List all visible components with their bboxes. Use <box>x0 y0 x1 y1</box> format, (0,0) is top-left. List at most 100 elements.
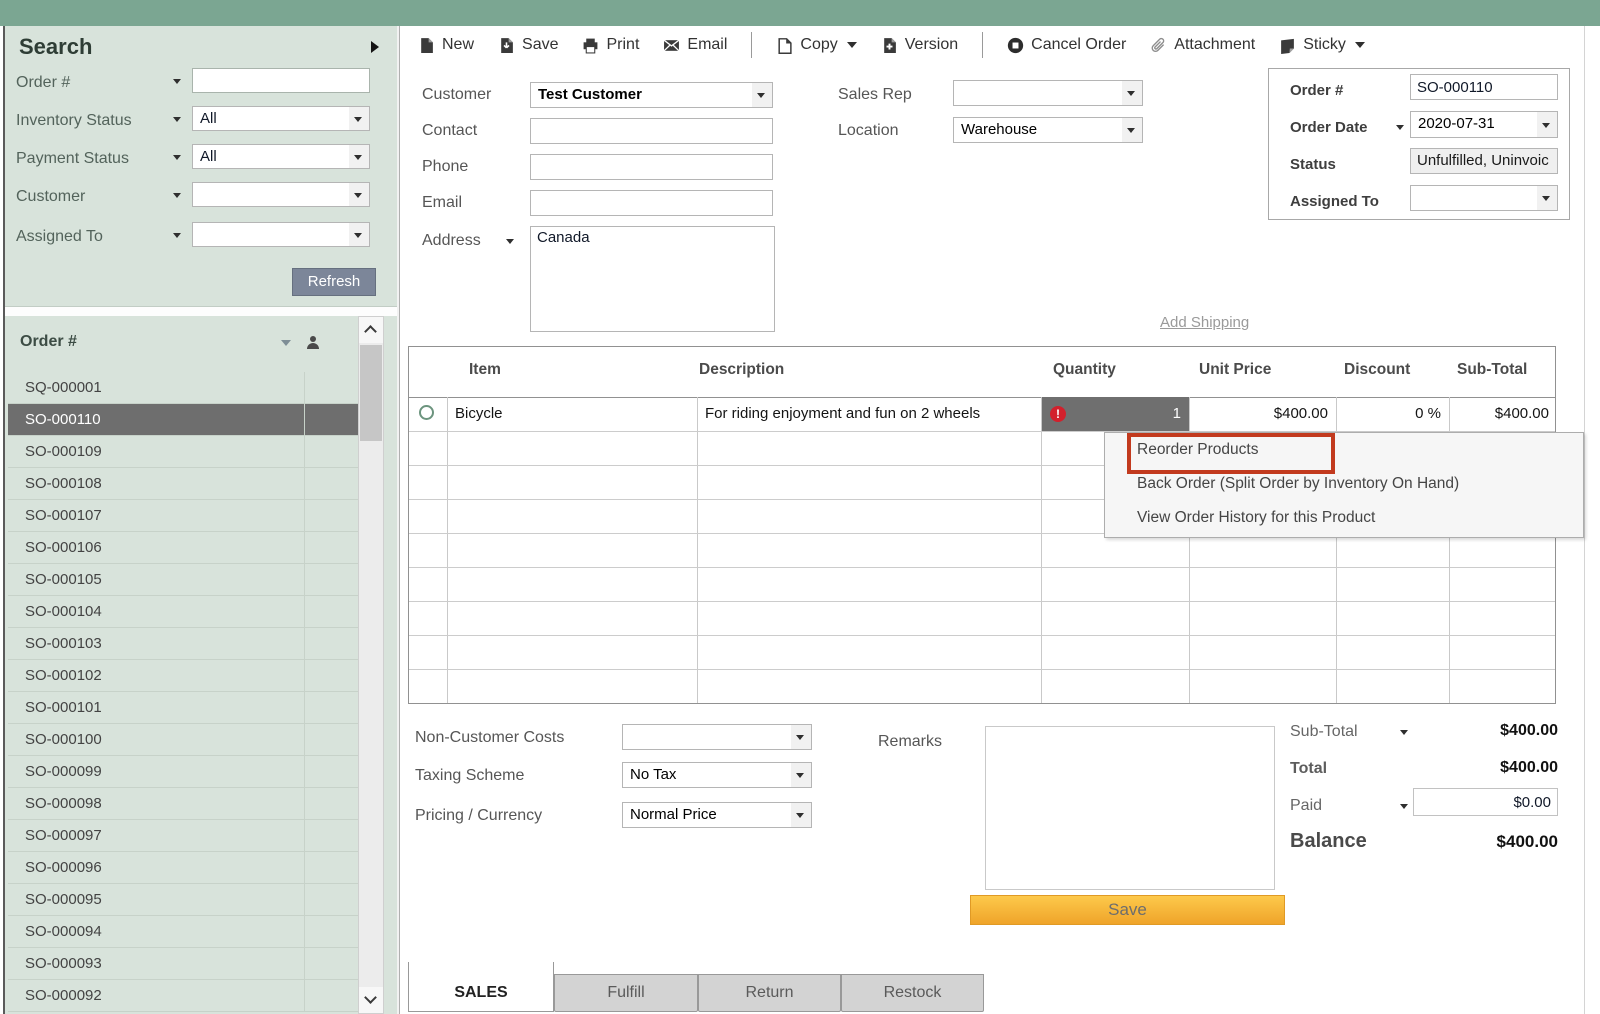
contact-input[interactable] <box>530 118 773 144</box>
refresh-button[interactable]: Refresh <box>292 268 376 296</box>
context-menu-item[interactable]: View Order History for this Product <box>1105 501 1583 535</box>
order-list-header[interactable]: Order # <box>20 333 77 351</box>
quantity-cell[interactable]: ! 1 <box>1042 397 1189 431</box>
filter-inventory-caret-icon[interactable] <box>173 117 181 122</box>
order-list-item[interactable]: SO-000094 <box>8 916 358 948</box>
order-list-item[interactable]: SO-000100 <box>8 724 358 756</box>
filter-inventory-select[interactable]: All <box>192 106 370 131</box>
order-list-item[interactable]: SO-000107 <box>8 500 358 532</box>
assigned-to-select[interactable] <box>1410 185 1558 211</box>
remarks-textarea[interactable] <box>985 726 1275 890</box>
copy-button[interactable]: Copy <box>776 36 857 54</box>
email-input[interactable] <box>530 190 773 216</box>
chevron-down-icon[interactable] <box>349 145 369 168</box>
discount-cell[interactable]: 0 % <box>1336 397 1441 431</box>
address-textarea[interactable]: Canada <box>530 226 775 332</box>
chevron-down-icon[interactable] <box>349 107 369 130</box>
new-button[interactable]: New <box>418 36 474 54</box>
attachment-button[interactable]: Attachment <box>1150 36 1255 54</box>
taxing-scheme-select[interactable]: No Tax <box>622 762 812 788</box>
col-header-unit-price[interactable]: Unit Price <box>1199 361 1271 379</box>
scrollbar-thumb[interactable] <box>360 345 382 441</box>
add-shipping-link[interactable]: Add Shipping <box>1160 314 1249 331</box>
chevron-down-icon[interactable] <box>1122 118 1142 142</box>
order-list-item[interactable]: SO-000106 <box>8 532 358 564</box>
sales-rep-select[interactable] <box>953 80 1143 106</box>
chevron-down-icon[interactable] <box>1122 81 1142 105</box>
version-button[interactable]: Version <box>881 36 958 54</box>
chevron-down-icon[interactable] <box>791 803 811 827</box>
address-caret-icon[interactable] <box>506 239 514 244</box>
save-order-button[interactable]: Save <box>970 895 1285 925</box>
paid-caret-icon[interactable] <box>1400 804 1408 809</box>
chevron-down-icon[interactable] <box>349 183 369 206</box>
collapse-panel-icon[interactable] <box>371 41 379 53</box>
print-button[interactable]: Print <box>582 36 639 54</box>
col-header-discount[interactable]: Discount <box>1344 361 1410 379</box>
phone-input[interactable] <box>530 154 773 180</box>
cancel-order-button[interactable]: Cancel Order <box>1007 36 1126 54</box>
filter-assigned-select[interactable] <box>192 222 370 247</box>
order-list-item[interactable]: SO-000095 <box>8 884 358 916</box>
pricing-currency-select[interactable]: Normal Price <box>622 802 812 828</box>
tab-fulfill[interactable]: Fulfill <box>554 974 698 1012</box>
customer-select[interactable]: Test Customer <box>530 82 773 108</box>
col-header-description[interactable]: Description <box>699 361 784 379</box>
filter-order-input[interactable] <box>192 68 370 93</box>
non-customer-costs-select[interactable] <box>622 724 812 750</box>
order-date-caret-icon[interactable] <box>1396 125 1404 130</box>
order-list-item[interactable]: SO-000093 <box>8 948 358 980</box>
chevron-down-icon[interactable] <box>1537 186 1557 210</box>
order-list-item[interactable]: SO-000102 <box>8 660 358 692</box>
sticky-button[interactable]: Sticky <box>1279 36 1365 54</box>
chevron-down-icon[interactable] <box>791 725 811 749</box>
order-list-item[interactable]: SO-000104 <box>8 596 358 628</box>
location-select[interactable]: Warehouse <box>953 117 1143 143</box>
tab-return[interactable]: Return <box>698 974 841 1012</box>
order-list-item[interactable]: SO-000097 <box>8 820 358 852</box>
item-cell[interactable]: Bicycle <box>455 397 685 431</box>
order-list-item[interactable]: SO-000103 <box>8 628 358 660</box>
sort-descending-icon[interactable] <box>281 340 291 346</box>
unit-price-cell[interactable]: $400.00 <box>1189 397 1328 431</box>
order-list-item[interactable]: SO-000092 <box>8 980 358 1012</box>
chevron-down-icon[interactable] <box>349 223 369 246</box>
filter-customer-caret-icon[interactable] <box>173 193 181 198</box>
paid-input[interactable] <box>1413 788 1558 816</box>
order-list-item[interactable]: SO-000096 <box>8 852 358 884</box>
filter-order-caret-icon[interactable] <box>173 79 181 84</box>
filter-payment-caret-icon[interactable] <box>173 155 181 160</box>
order-list-item[interactable]: SO-000099 <box>8 756 358 788</box>
order-list-item[interactable]: SO-000109 <box>8 436 358 468</box>
chevron-down-icon[interactable] <box>1537 112 1557 137</box>
chevron-down-icon[interactable] <box>791 763 811 787</box>
tab-restock[interactable]: Restock <box>841 974 984 1012</box>
order-list-item[interactable]: SO-000108 <box>8 468 358 500</box>
order-list-item[interactable]: SO-000105 <box>8 564 358 596</box>
col-header-quantity[interactable]: Quantity <box>1053 361 1116 379</box>
chevron-down-icon[interactable] <box>752 83 772 107</box>
subtotal-cell[interactable]: $400.00 <box>1449 397 1549 431</box>
chevron-down-icon[interactable] <box>846 42 857 48</box>
order-number-input[interactable] <box>1410 74 1558 100</box>
scroll-up-button[interactable] <box>359 317 383 343</box>
row-status-circle-icon[interactable] <box>419 405 434 420</box>
filter-assigned-caret-icon[interactable] <box>173 233 181 238</box>
order-list-item[interactable]: SO-000101 <box>8 692 358 724</box>
chevron-down-icon[interactable] <box>1354 42 1365 48</box>
order-list-item[interactable]: SO-000098 <box>8 788 358 820</box>
person-column-icon[interactable] <box>305 334 322 351</box>
col-header-subtotal[interactable]: Sub-Total <box>1457 361 1527 379</box>
col-header-item[interactable]: Item <box>469 361 501 379</box>
list-scrollbar[interactable] <box>358 316 384 1014</box>
order-list-item[interactable]: SO-000110 <box>8 404 358 436</box>
email-button[interactable]: Email <box>663 36 727 54</box>
tab-sales[interactable]: SALES <box>408 962 554 1012</box>
order-list-item[interactable]: SQ-000001 <box>8 372 358 404</box>
description-cell[interactable]: For riding enjoyment and fun on 2 wheels <box>705 397 1035 431</box>
filter-payment-select[interactable]: All <box>192 144 370 169</box>
save-button[interactable]: Save <box>498 36 558 54</box>
scroll-down-button[interactable] <box>359 987 383 1013</box>
filter-customer-select[interactable] <box>192 182 370 207</box>
order-date-select[interactable]: 2020-07-31 <box>1410 111 1558 138</box>
